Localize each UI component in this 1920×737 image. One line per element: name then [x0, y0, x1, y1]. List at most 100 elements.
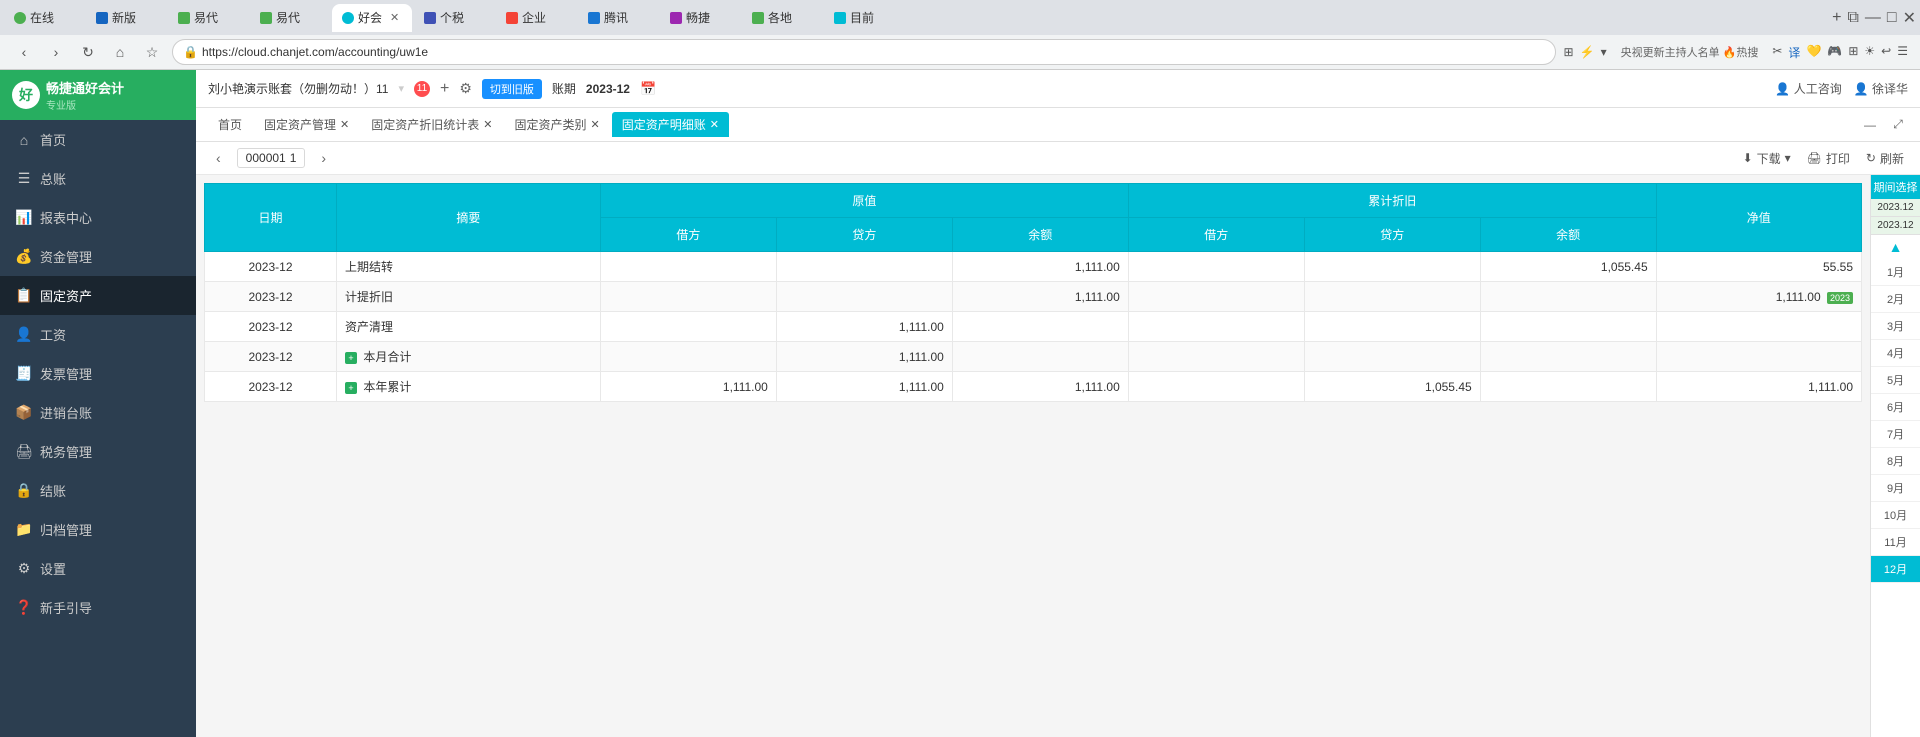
period-month-10[interactable]: 10月: [1871, 502, 1920, 529]
maximize-tab-button[interactable]: ⤢: [1888, 115, 1908, 135]
cell-acc-debit: [1128, 372, 1304, 402]
lightning-button[interactable]: ⚡: [1580, 45, 1595, 59]
browser-tab-0[interactable]: 在线: [4, 4, 84, 32]
browser-tab-6[interactable]: 企业: [496, 4, 576, 32]
extensions-button[interactable]: ⊞: [1564, 45, 1574, 59]
download-icon: ⬇: [1743, 151, 1753, 165]
bookmark-button[interactable]: ☆: [140, 40, 164, 64]
print-button[interactable]: 🖨 打印: [1807, 150, 1850, 167]
period-month-4[interactable]: 4月: [1871, 340, 1920, 367]
browser-tab-3[interactable]: 易代: [250, 4, 330, 32]
dropdown-button[interactable]: ▾: [1601, 45, 1607, 59]
tab-asset-category[interactable]: 固定资产类别 ✕: [504, 112, 609, 137]
period-month-2[interactable]: 2月: [1871, 286, 1920, 313]
asset-detail-table: 日期 摘要 原值 累计折旧: [204, 183, 1862, 402]
tab-close-2[interactable]: ✕: [483, 118, 492, 131]
add-company-button[interactable]: +: [440, 80, 449, 98]
cut-icon[interactable]: ✂: [1772, 44, 1782, 61]
sidebar-item-tax[interactable]: 🖨 税务管理: [0, 432, 196, 471]
cell-orig-debit: [600, 342, 776, 372]
next-record-button[interactable]: ›: [317, 148, 330, 168]
main-content: 刘小艳演示账套（勿删勿动！）11 ▾ 11 + ⚙ 切到旧版 账期 2023-1…: [196, 70, 1920, 737]
switch-version-button[interactable]: 切到旧版: [482, 79, 542, 99]
browser-tab-2[interactable]: 易代: [168, 4, 248, 32]
sidebar-item-stock[interactable]: 📦 进销台账: [0, 393, 196, 432]
period-month-6[interactable]: 6月: [1871, 394, 1920, 421]
support-button[interactable]: 👤 人工咨询: [1775, 80, 1841, 97]
refresh-page-button[interactable]: ↻: [76, 40, 100, 64]
browser-tab-close-4[interactable]: ✕: [390, 11, 399, 24]
period-month-8[interactable]: 8月: [1871, 448, 1920, 475]
period-month-11[interactable]: 11月: [1871, 529, 1920, 556]
cell-orig-balance: 1,111.00: [952, 252, 1128, 282]
download-button[interactable]: ⬇ 下载 ▾: [1743, 150, 1791, 167]
sidebar-item-reports[interactable]: 📊 报表中心: [0, 198, 196, 237]
sidebar-item-archive[interactable]: 📁 归档管理: [0, 510, 196, 549]
wallet-button[interactable]: 💛: [1806, 44, 1821, 61]
tab-close-4[interactable]: ✕: [710, 118, 719, 131]
prev-record-button[interactable]: ‹: [212, 148, 225, 168]
tab-depreciation-stats[interactable]: 固定资产折旧统计表 ✕: [361, 112, 502, 137]
grid-button[interactable]: ⊞: [1848, 44, 1858, 61]
tab-home[interactable]: 首页: [208, 112, 252, 137]
sidebar-item-home[interactable]: ⌂ 首页: [0, 120, 196, 159]
minimize-button[interactable]: —: [1865, 9, 1881, 27]
browser-tab-5[interactable]: 个税: [414, 4, 494, 32]
undo-button[interactable]: ↩: [1881, 44, 1891, 61]
sidebar-item-payroll[interactable]: 👤 工资: [0, 315, 196, 354]
sidebar-item-ledger[interactable]: ☰ 总账: [0, 159, 196, 198]
period-month-3[interactable]: 3月: [1871, 313, 1920, 340]
period-month-7[interactable]: 7月: [1871, 421, 1920, 448]
cell-summary: 上期结转: [336, 252, 600, 282]
new-tab-button[interactable]: +: [1832, 9, 1841, 27]
sidebar-item-invoice[interactable]: 🧾 发票管理: [0, 354, 196, 393]
user-avatar[interactable]: 👤 徐译华: [1854, 80, 1908, 97]
translate-button[interactable]: 译: [1788, 44, 1800, 61]
minimize-tab-button[interactable]: —: [1860, 115, 1880, 135]
sidebar-item-fixed-assets[interactable]: 📋 固定资产: [0, 276, 196, 315]
header-accumulated-depreciation: 累计折旧: [1128, 184, 1656, 218]
period-scroll-up[interactable]: ▲: [1871, 235, 1920, 259]
period-month-9[interactable]: 9月: [1871, 475, 1920, 502]
browser-tab-1[interactable]: 新版: [86, 4, 166, 32]
browser-tab-9[interactable]: 各地: [742, 4, 822, 32]
period-month-1[interactable]: 1月: [1871, 259, 1920, 286]
tab-close-3[interactable]: ✕: [591, 118, 600, 131]
calendar-icon[interactable]: 📅: [640, 81, 656, 97]
brightness-button[interactable]: ☀: [1864, 44, 1875, 61]
cell-orig-balance: 1,111.00: [952, 372, 1128, 402]
company-name: 刘小艳演示账套（勿删勿动！）11: [208, 80, 388, 97]
url-input[interactable]: 🔒 https://cloud.chanjet.com/accounting/u…: [172, 39, 1556, 65]
cell-acc-debit: [1128, 342, 1304, 372]
cell-net-value: 1,111.00 2023: [1656, 282, 1861, 312]
tab-asset-detail[interactable]: 固定资产明细账 ✕: [612, 112, 729, 137]
game-button[interactable]: 🎮: [1827, 44, 1842, 61]
browser-tab-10[interactable]: 目前: [824, 4, 904, 32]
period-month-5[interactable]: 5月: [1871, 367, 1920, 394]
settings-cog-button[interactable]: ⚙: [459, 80, 472, 97]
browser-tab-7[interactable]: 腾讯: [578, 4, 658, 32]
period-panel-title: 期间选择: [1871, 175, 1920, 199]
maximize-button[interactable]: □: [1887, 9, 1897, 27]
sidebar-item-guide[interactable]: ❓ 新手引导: [0, 588, 196, 627]
browser-tab-8[interactable]: 畅捷: [660, 4, 740, 32]
tab-close-1[interactable]: ✕: [340, 118, 349, 131]
tab-fixed-assets-mgmt[interactable]: 固定资产管理 ✕: [254, 112, 359, 137]
cell-orig-debit: [600, 282, 776, 312]
close-window-button[interactable]: ✕: [1903, 8, 1916, 28]
app-edition: 专业版: [46, 97, 124, 112]
browser-tab-4[interactable]: 好会 ✕: [332, 4, 412, 32]
forward-button[interactable]: ›: [44, 40, 68, 64]
sidebar-item-closing[interactable]: 🔒 结账: [0, 471, 196, 510]
period-month-12[interactable]: 12月: [1871, 556, 1920, 583]
period-date-0[interactable]: 2023.12: [1871, 199, 1920, 217]
period-date-1[interactable]: 2023.12: [1871, 217, 1920, 235]
back-button[interactable]: ‹: [12, 40, 36, 64]
menu-button[interactable]: ☰: [1897, 44, 1908, 61]
home-button[interactable]: ⌂: [108, 40, 132, 64]
refresh-icon: ↻: [1866, 151, 1876, 165]
restore-button[interactable]: ⧉: [1847, 9, 1858, 27]
sidebar-item-funds[interactable]: 💰 资金管理: [0, 237, 196, 276]
refresh-button[interactable]: ↻ 刷新: [1866, 150, 1904, 167]
sidebar-item-settings[interactable]: ⚙ 设置: [0, 549, 196, 588]
